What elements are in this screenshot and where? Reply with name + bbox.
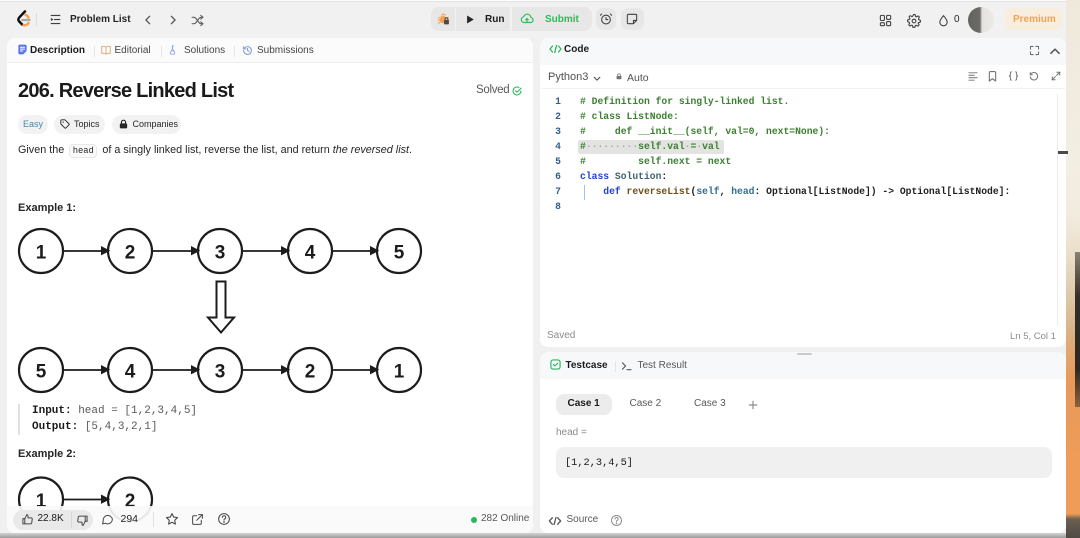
svg-text:3: 3 [215, 362, 226, 383]
svg-text:2: 2 [125, 243, 136, 264]
svg-text:1: 1 [394, 362, 405, 383]
svg-text:4: 4 [125, 362, 136, 383]
svg-text:2: 2 [305, 362, 316, 383]
svg-text:3: 3 [215, 243, 226, 264]
svg-text:5: 5 [36, 362, 47, 383]
svg-text:4: 4 [305, 243, 316, 264]
svg-text:5: 5 [394, 243, 405, 264]
svg-text:1: 1 [36, 243, 47, 264]
